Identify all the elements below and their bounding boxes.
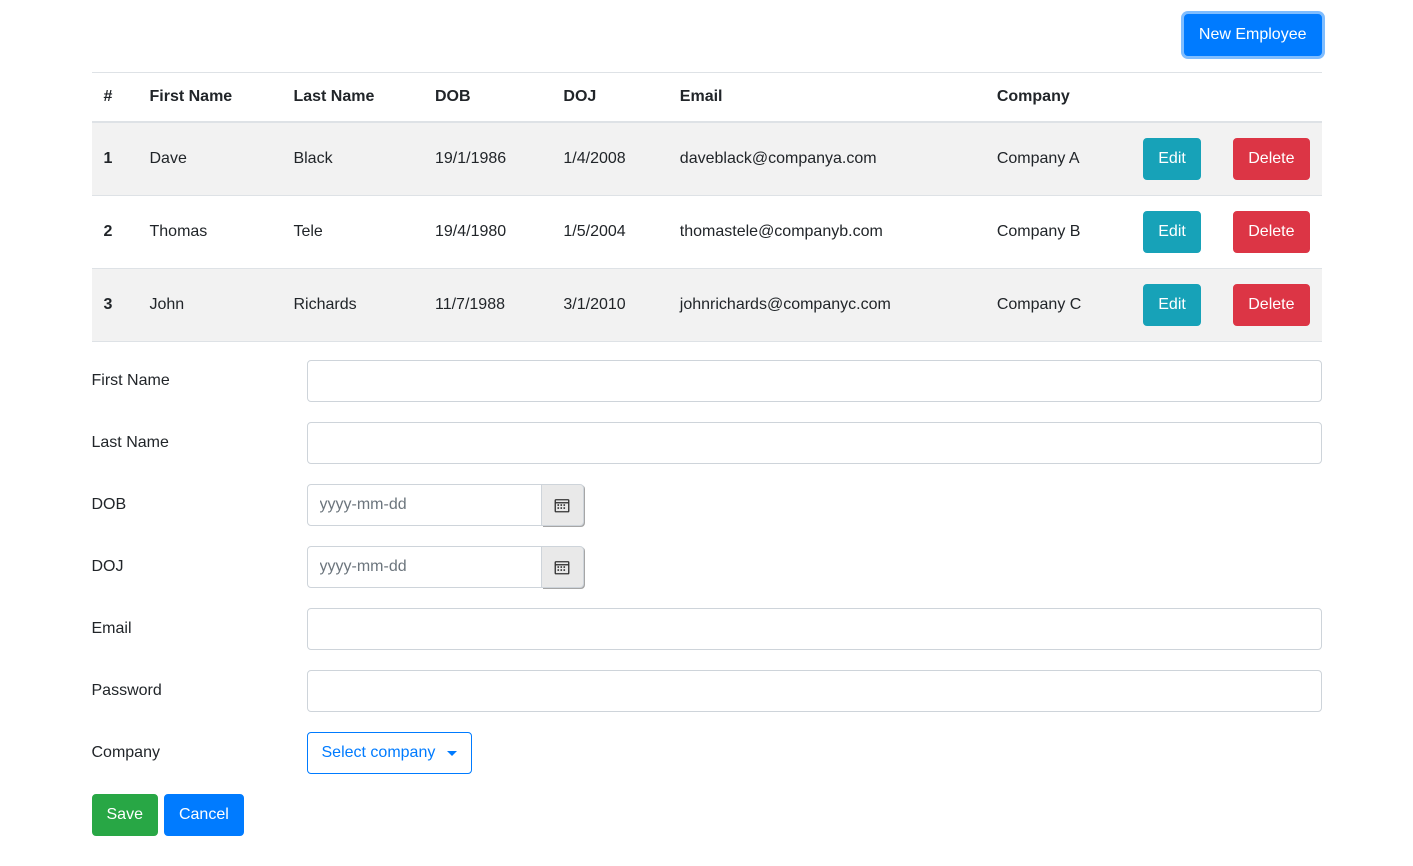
table-row: 1DaveBlack19/1/19861/4/2008daveblack@com… xyxy=(92,122,1322,196)
doj-datepicker-button[interactable] xyxy=(542,546,584,588)
col-last: Last Name xyxy=(281,73,423,122)
delete-button[interactable]: Delete xyxy=(1233,284,1309,326)
new-employee-button[interactable]: New Employee xyxy=(1184,14,1322,56)
cell-index: 3 xyxy=(92,269,138,342)
email-input[interactable] xyxy=(307,608,1322,650)
cell-first: John xyxy=(138,269,282,342)
col-company: Company xyxy=(985,73,1131,122)
col-index: # xyxy=(92,73,138,122)
col-dob: DOB xyxy=(423,73,551,122)
cell-index: 1 xyxy=(92,122,138,196)
cell-email: thomastele@companyb.com xyxy=(668,196,985,269)
save-button[interactable]: Save xyxy=(92,794,158,836)
doj-label: DOJ xyxy=(92,558,307,576)
cell-last: Black xyxy=(281,122,423,196)
dob-label: DOB xyxy=(92,496,307,514)
cell-first: Thomas xyxy=(138,196,282,269)
company-dropdown[interactable]: Select company xyxy=(307,732,473,774)
cell-dob: 19/1/1986 xyxy=(423,122,551,196)
company-dropdown-label: Select company xyxy=(322,741,436,765)
last-name-input[interactable] xyxy=(307,422,1322,464)
first-name-label: First Name xyxy=(92,372,307,390)
col-doj: DOJ xyxy=(551,73,667,122)
chevron-down-icon xyxy=(447,751,457,756)
cell-company: Company A xyxy=(985,122,1131,196)
dob-input[interactable] xyxy=(307,484,542,526)
calendar-icon xyxy=(553,558,571,576)
delete-button[interactable]: Delete xyxy=(1233,138,1309,180)
company-label: Company xyxy=(92,744,307,762)
first-name-input[interactable] xyxy=(307,360,1322,402)
password-input[interactable] xyxy=(307,670,1322,712)
edit-button[interactable]: Edit xyxy=(1143,138,1201,180)
cell-last: Richards xyxy=(281,269,423,342)
col-first: First Name xyxy=(138,73,282,122)
cell-dob: 11/7/1988 xyxy=(423,269,551,342)
cancel-button[interactable]: Cancel xyxy=(164,794,244,836)
edit-button[interactable]: Edit xyxy=(1143,211,1201,253)
email-label: Email xyxy=(92,620,307,638)
cell-doj: 1/5/2004 xyxy=(551,196,667,269)
dob-datepicker-button[interactable] xyxy=(542,484,584,526)
employee-form: First Name Last Name DOB xyxy=(92,360,1322,836)
col-delete xyxy=(1221,73,1321,122)
cell-doj: 3/1/2010 xyxy=(551,269,667,342)
employee-table: # First Name Last Name DOB DOJ Email Com… xyxy=(92,73,1322,342)
table-row: 2ThomasTele19/4/19801/5/2004thomastele@c… xyxy=(92,196,1322,269)
cell-doj: 1/4/2008 xyxy=(551,122,667,196)
cell-dob: 19/4/1980 xyxy=(423,196,551,269)
cell-index: 2 xyxy=(92,196,138,269)
cell-email: johnrichards@companyc.com xyxy=(668,269,985,342)
cell-last: Tele xyxy=(281,196,423,269)
doj-input[interactable] xyxy=(307,546,542,588)
calendar-icon xyxy=(553,496,571,514)
edit-button[interactable]: Edit xyxy=(1143,284,1201,326)
last-name-label: Last Name xyxy=(92,434,307,452)
table-header-row: # First Name Last Name DOB DOJ Email Com… xyxy=(92,73,1322,122)
cell-company: Company C xyxy=(985,269,1131,342)
cell-email: daveblack@companya.com xyxy=(668,122,985,196)
cell-first: Dave xyxy=(138,122,282,196)
cell-company: Company B xyxy=(985,196,1131,269)
password-label: Password xyxy=(92,682,307,700)
table-row: 3JohnRichards11/7/19883/1/2010johnrichar… xyxy=(92,269,1322,342)
col-edit xyxy=(1131,73,1221,122)
delete-button[interactable]: Delete xyxy=(1233,211,1309,253)
col-email: Email xyxy=(668,73,985,122)
